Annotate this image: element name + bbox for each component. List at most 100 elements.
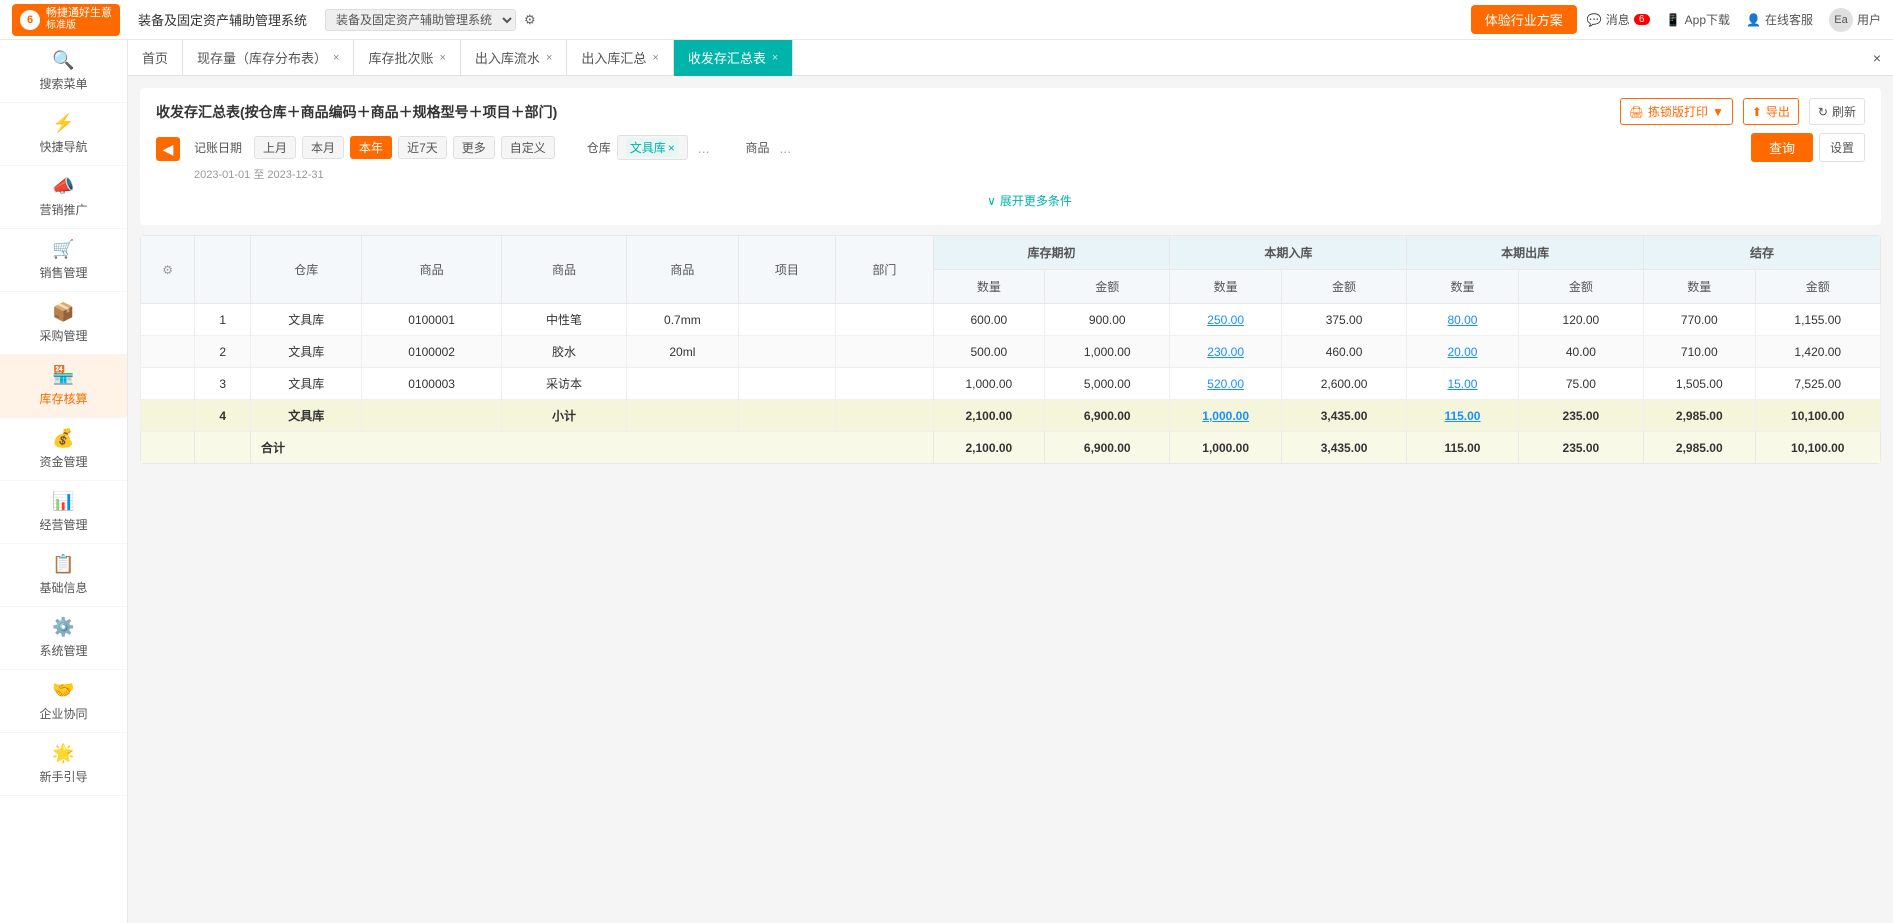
cell-balance-qty-subtotal: 2,985.00 xyxy=(1644,400,1755,432)
sidebar-item-search[interactable]: 🔍 搜索菜单 xyxy=(0,40,127,103)
tab-close-stock-dist[interactable]: × xyxy=(333,52,339,64)
tab-bar: 首页 现存量（库存分布表） × 库存批次账 × 出入库流水 × 出入库汇总 × xyxy=(128,40,1893,76)
page-content: 收发存汇总表(按仓库＋商品编码＋商品＋规格型号＋项目＋部门) 🖨 拣锁版打印 ▼… xyxy=(128,76,1893,923)
out-qty-link[interactable]: 20.00 xyxy=(1447,345,1477,359)
warehouse-tag-close[interactable]: × xyxy=(668,141,675,155)
tab-stock-dist[interactable]: 现存量（库存分布表） × xyxy=(183,40,354,76)
sidebar-item-purchase[interactable]: 📦 采购管理 xyxy=(0,292,127,355)
gear-icon: ⚙️ xyxy=(52,617,74,638)
operations-icon: 📊 xyxy=(52,491,74,512)
date-curr-year[interactable]: 本年 xyxy=(350,136,392,159)
in-qty-link[interactable]: 230.00 xyxy=(1207,345,1244,359)
finance-icon: 💰 xyxy=(52,428,74,449)
sidebar-item-sales[interactable]: 🛒 销售管理 xyxy=(0,229,127,292)
table-row: 1 文具库 0100001 中性笔 0.7mm 600.00 900.00 25… xyxy=(141,304,1881,336)
search-icon: 🔍 xyxy=(52,50,74,71)
cell-warehouse: 文具库 xyxy=(251,368,362,400)
cell-name-subtotal: 小计 xyxy=(501,400,626,432)
sidebar-item-basic-info[interactable]: 📋 基础信息 xyxy=(0,544,127,607)
date-more[interactable]: 更多 xyxy=(453,136,495,159)
date-custom[interactable]: 自定义 xyxy=(501,136,555,159)
filter-settings-button[interactable]: 设置 xyxy=(1819,133,1865,162)
th-dept: 部门 xyxy=(836,236,934,304)
phone-icon: 📱 xyxy=(1666,13,1681,27)
sidebar-item-marketing[interactable]: 📣 营销推广 xyxy=(0,166,127,229)
tab-close-batch[interactable]: × xyxy=(439,52,445,64)
data-table-container: ⚙ 仓库 商品 商品 商品 项目 部门 库存期初 本期入库 xyxy=(140,235,1881,464)
avatar: Ea xyxy=(1829,8,1853,32)
date-7days[interactable]: 近7天 xyxy=(398,136,447,159)
user-action[interactable]: Ea 用户 xyxy=(1829,8,1881,32)
query-button[interactable]: 查询 xyxy=(1751,133,1813,162)
settings-icon[interactable]: ⚙ xyxy=(524,12,536,28)
trial-button[interactable]: 体验行业方案 xyxy=(1471,5,1577,34)
cell-out-qty: 80.00 xyxy=(1407,304,1518,336)
tab-summary[interactable]: 出入库汇总 × xyxy=(567,40,673,76)
tab-recv-send[interactable]: 收发存汇总表 × xyxy=(674,40,793,76)
out-qty-link[interactable]: 15.00 xyxy=(1447,377,1477,391)
cell-opening-qty: 500.00 xyxy=(933,336,1044,368)
chevron-down-icon: ▼ xyxy=(1712,105,1724,119)
cell-num: 3 xyxy=(195,368,251,400)
in-qty-subtotal-link[interactable]: 1,000.00 xyxy=(1202,409,1249,423)
export-button[interactable]: ⬆ 导出 xyxy=(1743,98,1799,125)
cell-balance-qty: 710.00 xyxy=(1644,336,1755,368)
cell-dept xyxy=(836,368,934,400)
tab-close-recv-send[interactable]: × xyxy=(772,52,778,64)
top-bar: 6 畅捷通好生意 标准版 装备及固定资产辅助管理系统 装备及固定资产辅助管理系统… xyxy=(0,0,1893,40)
tab-batch[interactable]: 库存批次账 × xyxy=(354,40,460,76)
tab-flow[interactable]: 出入库流水 × xyxy=(461,40,567,76)
app-download-action[interactable]: 📱 App下载 xyxy=(1666,11,1730,28)
out-qty-subtotal-link[interactable]: 115.00 xyxy=(1444,409,1480,423)
sidebar-item-quick-nav[interactable]: ⚡ 快捷导航 xyxy=(0,103,127,166)
cell-name: 胶水 xyxy=(501,336,626,368)
sidebar-item-cooperation[interactable]: 🤝 企业协同 xyxy=(0,670,127,733)
sidebar-item-operations[interactable]: 📊 经营管理 xyxy=(0,481,127,544)
tab-close-summary[interactable]: × xyxy=(652,52,658,64)
cell-project-subtotal xyxy=(738,400,836,432)
footer-in-amt: 3,435.00 xyxy=(1281,432,1406,464)
date-curr-month[interactable]: 本月 xyxy=(302,136,344,159)
column-settings-icon[interactable]: ⚙ xyxy=(159,261,177,279)
goods-more-btn[interactable]: ... xyxy=(776,140,796,156)
online-service-action[interactable]: 👤 在线客服 xyxy=(1746,11,1813,28)
system-selector[interactable]: 装备及固定资产辅助管理系统 xyxy=(325,9,516,31)
in-qty-link[interactable]: 250.00 xyxy=(1207,313,1244,327)
date-filter-group: 上月 本月 本年 近7天 更多 自定义 xyxy=(254,136,555,159)
expand-conditions-btn[interactable]: ∨ 展开更多条件 xyxy=(987,192,1072,209)
message-action[interactable]: 💬 消息 6 xyxy=(1587,11,1650,28)
sidebar-item-inventory[interactable]: 🏪 库存核算 xyxy=(0,355,127,418)
service-icon: 👤 xyxy=(1746,13,1761,27)
date-label: 记账日期 xyxy=(194,139,242,156)
info-icon: 📋 xyxy=(52,554,74,575)
cell-warehouse: 文具库 xyxy=(251,304,362,336)
warehouse-filter[interactable]: 文具库 × xyxy=(617,135,688,160)
refresh-button[interactable]: ↻ 刷新 xyxy=(1809,98,1865,125)
cell-warehouse: 文具库 xyxy=(251,336,362,368)
filter-collapse-btn[interactable]: ◀ xyxy=(156,137,180,161)
cell-opening-qty-subtotal: 2,100.00 xyxy=(933,400,1044,432)
refresh-icon: ↻ xyxy=(1818,105,1828,119)
cell-opening-qty: 600.00 xyxy=(933,304,1044,336)
tab-close-flow[interactable]: × xyxy=(546,52,552,64)
th-goods-spec: 商品 xyxy=(627,236,738,304)
content-area: 首页 现存量（库存分布表） × 库存批次账 × 出入库流水 × 出入库汇总 × xyxy=(128,40,1893,923)
tab-home[interactable]: 首页 xyxy=(128,40,183,76)
in-qty-link[interactable]: 520.00 xyxy=(1207,377,1244,391)
system-title: 装备及固定资产辅助管理系统 xyxy=(138,10,307,29)
cell-in-amt-subtotal: 3,435.00 xyxy=(1281,400,1406,432)
warehouse-more-btn[interactable]: ... xyxy=(694,140,714,156)
tab-close-all[interactable]: × xyxy=(1861,50,1893,66)
out-qty-link[interactable]: 80.00 xyxy=(1447,313,1477,327)
sidebar-item-finance[interactable]: 💰 资金管理 xyxy=(0,418,127,481)
cell-dept xyxy=(836,336,934,368)
sidebar-item-system[interactable]: ⚙️ 系统管理 xyxy=(0,607,127,670)
cell-in-amt: 2,600.00 xyxy=(1281,368,1406,400)
cell-code: 0100002 xyxy=(362,336,501,368)
sidebar-item-guide[interactable]: 🌟 新手引导 xyxy=(0,733,127,796)
print-button[interactable]: 🖨 拣锁版打印 ▼ xyxy=(1620,98,1733,125)
footer-balance-qty: 2,985.00 xyxy=(1644,432,1755,464)
sidebar: 🔍 搜索菜单 ⚡ 快捷导航 📣 营销推广 🛒 销售管理 📦 采购管理 🏪 xyxy=(0,40,128,923)
date-prev-month[interactable]: 上月 xyxy=(254,136,296,159)
cell-in-qty: 520.00 xyxy=(1170,368,1281,400)
